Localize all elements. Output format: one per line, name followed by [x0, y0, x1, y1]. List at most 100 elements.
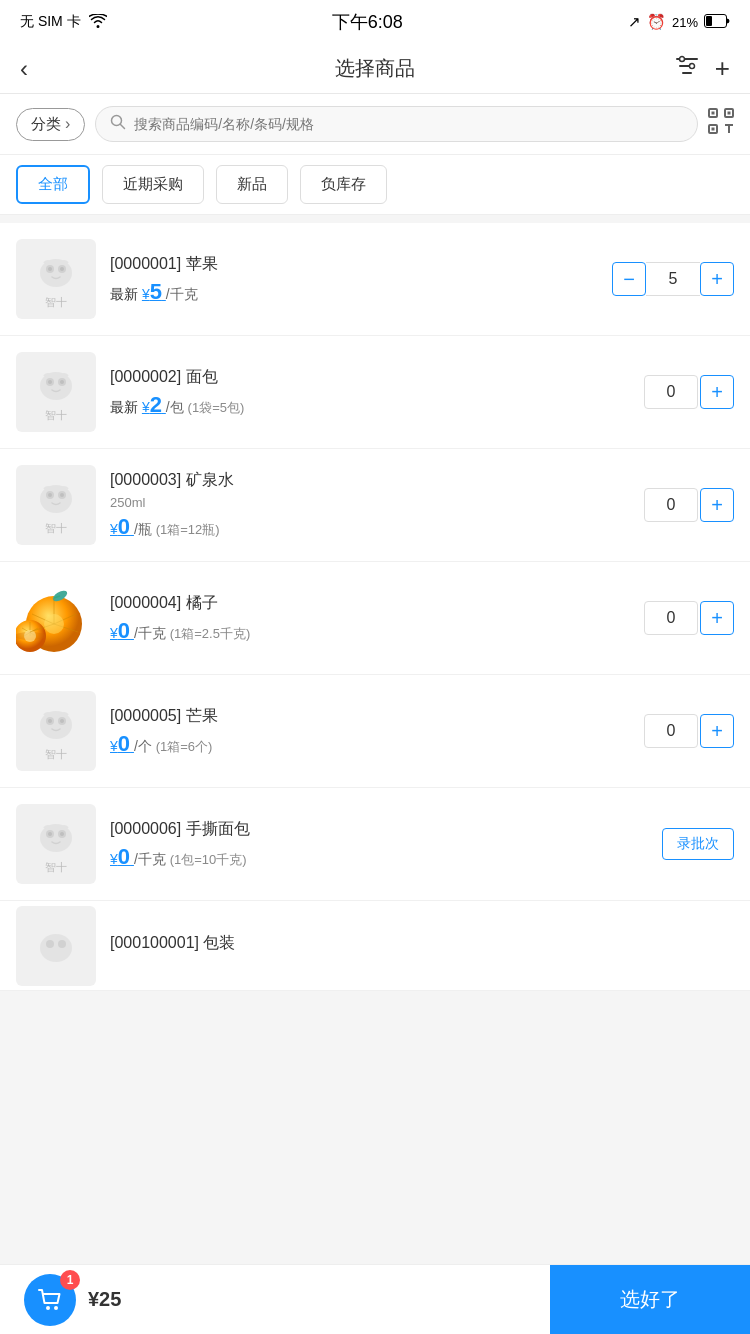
list-item: 智十 [0000003] 矿泉水 250ml ¥0 /瓶 (1箱=12瓶) + — [0, 449, 750, 562]
search-input[interactable] — [134, 116, 683, 132]
product-name: [0000001] 苹果 — [110, 254, 598, 275]
product-info: [0000006] 手撕面包 ¥0 /千克 (1包=10千克) — [110, 819, 648, 870]
product-name: [0000004] 橘子 — [110, 593, 630, 614]
quantity-control: + — [644, 375, 734, 409]
product-info: [0000001] 苹果 最新 ¥5 /千克 — [110, 254, 598, 305]
qty-input[interactable] — [644, 375, 698, 409]
qty-increase-button[interactable]: + — [700, 375, 734, 409]
list-item: 智十 [0000005] 芒果 ¥0 /个 (1箱=6个) + — [0, 675, 750, 788]
currency-symbol: ¥ — [142, 399, 150, 415]
add-icon[interactable]: + — [715, 53, 730, 84]
filter-bar: 分类 › — [0, 94, 750, 155]
product-price: 最新 ¥5 /千克 — [110, 279, 598, 305]
price-note: (1箱=12瓶) — [156, 522, 220, 537]
wifi-icon — [89, 14, 107, 31]
product-price: ¥0 /个 (1箱=6个) — [110, 731, 630, 757]
status-left: 无 SIM 卡 — [20, 13, 107, 31]
confirm-button[interactable]: 选好了 — [550, 1265, 750, 1335]
price-note: (1袋=5包) — [188, 400, 245, 415]
cart-area: 1 ¥25 — [0, 1274, 550, 1326]
svg-point-51 — [48, 719, 52, 723]
product-info: [0000004] 橘子 ¥0 /千克 (1箱=2.5千克) — [110, 593, 630, 644]
price-value: ¥2 — [142, 399, 166, 415]
thumb-app-label: 智十 — [45, 521, 67, 536]
thumb-app-label: 智十 — [45, 860, 67, 875]
tab-recent[interactable]: 近期采购 — [102, 165, 204, 204]
svg-point-25 — [48, 380, 52, 384]
product-thumbnail: 智十 — [16, 465, 96, 545]
tab-negative[interactable]: 负库存 — [300, 165, 387, 204]
battery-icon — [704, 14, 730, 31]
qty-increase-button[interactable]: + — [700, 488, 734, 522]
price-value: ¥0 — [110, 738, 134, 754]
back-button[interactable]: ‹ — [20, 55, 28, 83]
currency-symbol: ¥ — [110, 851, 118, 867]
thumb-placeholder: 智十 — [34, 475, 78, 536]
product-info: [000100001] 包装 — [110, 933, 734, 958]
svg-point-47 — [44, 614, 64, 634]
tab-new[interactable]: 新品 — [216, 165, 288, 204]
svg-point-21 — [60, 267, 64, 271]
status-time: 下午6:08 — [332, 10, 403, 34]
thumb-app-label: 智十 — [45, 295, 67, 310]
currency-symbol: ¥ — [142, 286, 150, 302]
filter-icon[interactable] — [675, 55, 699, 83]
product-spec-top: 250ml — [110, 495, 630, 510]
price-unit: /瓶 — [134, 521, 152, 537]
currency-symbol: ¥ — [110, 625, 118, 641]
svg-point-60 — [58, 940, 66, 948]
svg-point-59 — [46, 940, 54, 948]
list-item: [0000004] 橘子 ¥0 /千克 (1箱=2.5千克) + — [0, 562, 750, 675]
qty-input[interactable] — [644, 601, 698, 635]
price-value: ¥0 — [110, 521, 134, 537]
tabs-bar: 全部 近期采购 新品 负库存 — [0, 155, 750, 215]
currency-symbol: ¥ — [110, 738, 118, 754]
qty-increase-button[interactable]: + — [700, 601, 734, 635]
currency-symbol: ¥ — [110, 521, 118, 537]
product-thumbnail — [16, 906, 96, 986]
product-thumbnail — [16, 578, 96, 658]
location-icon: ↗ — [628, 13, 641, 31]
qty-input[interactable] — [644, 488, 698, 522]
price-unit: /个 — [134, 738, 152, 754]
thumb-app-label: 智十 — [45, 408, 67, 423]
nav-bar: ‹ 选择商品 + — [0, 44, 750, 94]
nav-right: + — [675, 53, 730, 84]
svg-rect-14 — [712, 128, 715, 131]
price-value: ¥0 — [110, 625, 134, 641]
product-name: [0000002] 面包 — [110, 367, 630, 388]
price-value: ¥5 — [142, 286, 166, 302]
svg-rect-13 — [728, 112, 731, 115]
tab-all[interactable]: 全部 — [16, 165, 90, 204]
price-value: ¥0 — [110, 851, 134, 867]
product-name: [0000005] 芒果 — [110, 706, 630, 727]
qty-input[interactable] — [644, 714, 698, 748]
bottom-bar: 1 ¥25 选好了 — [0, 1264, 750, 1334]
alarm-icon: ⏰ — [647, 13, 666, 31]
product-info: [0000002] 面包 最新 ¥2 /包 (1袋=5包) — [110, 367, 630, 418]
quantity-control: − + — [612, 262, 734, 296]
svg-point-61 — [46, 1306, 50, 1310]
category-button[interactable]: 分类 › — [16, 108, 85, 141]
list-item: 智十 [0000001] 苹果 最新 ¥5 /千克 − + — [0, 223, 750, 336]
cart-button[interactable]: 1 — [24, 1274, 76, 1326]
product-price: ¥0 /瓶 (1箱=12瓶) — [110, 514, 630, 540]
status-bar: 无 SIM 卡 下午6:08 ↗ ⏰ 21% — [0, 0, 750, 44]
batch-button[interactable]: 录批次 — [662, 828, 734, 860]
qty-increase-button[interactable]: + — [700, 714, 734, 748]
thumb-placeholder: 智十 — [34, 249, 78, 310]
svg-point-31 — [60, 493, 64, 497]
qty-input[interactable] — [646, 262, 700, 296]
list-item: 智十 [0000002] 面包 最新 ¥2 /包 (1袋=5包) + — [0, 336, 750, 449]
price-note: (1箱=6个) — [156, 739, 213, 754]
price-prefix: 最新 — [110, 399, 142, 415]
product-name: [000100001] 包装 — [110, 933, 734, 954]
price-note: (1包=10千克) — [170, 852, 247, 867]
scan-icon[interactable] — [708, 108, 734, 140]
price-note: (1箱=2.5千克) — [170, 626, 251, 641]
svg-point-58 — [40, 934, 72, 962]
status-right: ↗ ⏰ 21% — [628, 13, 730, 31]
price-prefix: 最新 — [110, 286, 142, 302]
qty-decrease-button[interactable]: − — [612, 262, 646, 296]
qty-increase-button[interactable]: + — [700, 262, 734, 296]
